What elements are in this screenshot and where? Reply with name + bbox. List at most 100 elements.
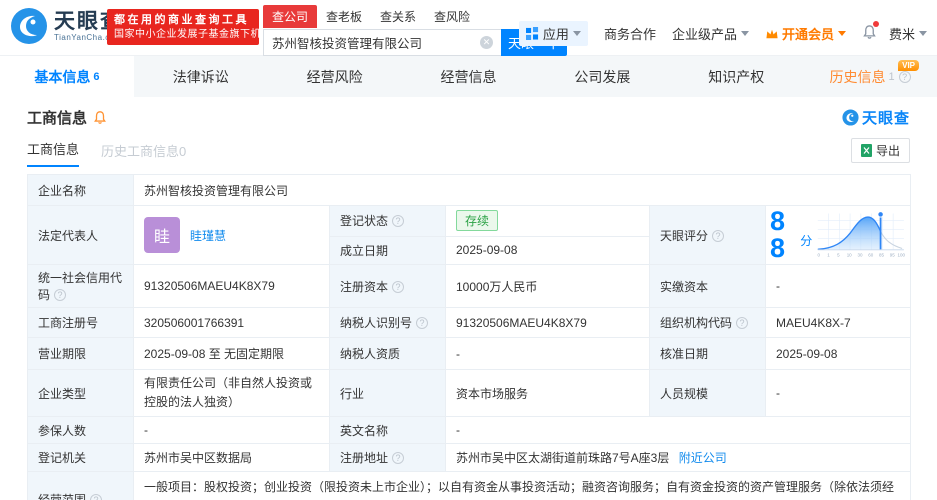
- chevron-down-icon: [837, 31, 846, 36]
- search-input[interactable]: [263, 29, 501, 56]
- clear-search-icon[interactable]: ✕: [480, 36, 493, 49]
- taxpayer-quali-value: -: [445, 337, 650, 370]
- svg-text:30: 30: [858, 253, 863, 258]
- table-row: 统一社会信用代码? 91320506MAEU4K8X79 注册资本? 10000…: [27, 264, 912, 308]
- slogan-line2: 国家中小企业发展子基金旗下机构: [114, 29, 272, 40]
- notifications-bell[interactable]: [862, 21, 879, 43]
- svg-text:85: 85: [879, 253, 884, 258]
- apps-menu-label: 应用: [542, 27, 569, 42]
- svg-text:95: 95: [890, 253, 895, 258]
- paid-capital-label: 实缴资本: [649, 264, 766, 308]
- staff-size-label: 人员规模: [649, 368, 766, 418]
- score-label: 天眼评分?: [649, 205, 766, 265]
- tab-operation-risk[interactable]: 经营风险: [268, 56, 402, 97]
- english-name-label: 英文名称: [329, 416, 446, 445]
- brand-slogan: 都在用的商业查询工具 国家中小企业发展子基金旗下机构: [107, 9, 272, 45]
- legal-rep-link[interactable]: 眭瑾慧: [190, 227, 226, 244]
- help-icon[interactable]: ?: [736, 317, 749, 329]
- svg-text:5: 5: [837, 253, 840, 258]
- table-row: 营业期限 2025-09-08 至 无固定期限 纳税人资质 - 核准日期 202…: [27, 337, 912, 370]
- svg-text:1: 1: [828, 253, 831, 258]
- help-icon[interactable]: ?: [392, 452, 405, 465]
- subtab-history-business-info[interactable]: 历史工商信息0: [101, 141, 186, 167]
- svg-text:10: 10: [847, 253, 852, 258]
- apps-grid-icon: [525, 27, 538, 40]
- org-code-value: MAEU4K8X-7: [764, 307, 912, 338]
- business-scope-label: 经营范围?: [27, 471, 134, 500]
- svg-text:60: 60: [869, 253, 874, 258]
- slogan-line1: 都在用的商业查询工具: [114, 14, 249, 26]
- legal-rep-avatar[interactable]: 眭: [144, 217, 180, 253]
- help-icon[interactable]: ?: [392, 280, 405, 293]
- table-row: 参保人数 - 英文名称 -: [27, 416, 912, 445]
- est-date-value: 2025-09-08: [445, 235, 650, 266]
- company-name-value: 苏州智核投资管理有限公司: [132, 174, 912, 206]
- tab-legal-litigation[interactable]: 法律诉讼: [134, 56, 268, 97]
- help-icon[interactable]: ?: [90, 493, 103, 500]
- top-nav: 应用 商务合作 企业级产品 开通会员 费米: [503, 21, 927, 46]
- table-row: 法定代表人 眭 眭瑾慧 登记状态? 存续 天眼评分? 88 分 0 1 5 10…: [27, 205, 912, 265]
- tab-count: 6: [93, 70, 100, 83]
- legal-rep-cell: 眭 眭瑾慧: [133, 205, 330, 265]
- reg-authority-value: 苏州市吴中区数据局: [133, 443, 330, 473]
- apps-menu[interactable]: 应用: [518, 21, 588, 46]
- help-icon[interactable]: ?: [392, 215, 405, 228]
- help-icon[interactable]: ?: [898, 70, 911, 83]
- subtab-current-business-info[interactable]: 工商信息: [27, 139, 80, 167]
- user-menu[interactable]: 费米: [889, 24, 927, 43]
- business-cooperation-link[interactable]: 商务合作: [604, 24, 656, 43]
- industry-value: 资本市场服务: [445, 368, 650, 418]
- tab-history-info[interactable]: VIP 历史信息 1 ?: [803, 56, 937, 97]
- export-button[interactable]: 导出: [850, 138, 910, 163]
- table-row: 工商注册号 320506001766391 纳税人识别号? 91320506MA…: [27, 307, 912, 338]
- crown-icon: [766, 29, 778, 38]
- tianyancha-logo-icon: [11, 8, 47, 44]
- search-tab-relation[interactable]: 查关系: [371, 5, 425, 28]
- help-icon[interactable]: ?: [712, 229, 725, 242]
- legal-rep-label: 法定代表人: [27, 205, 134, 265]
- search-tab-company[interactable]: 查公司: [263, 5, 318, 28]
- chevron-down-icon: [740, 31, 749, 36]
- svg-text:0: 0: [818, 253, 821, 258]
- tab-intellectual-property[interactable]: 知识产权: [669, 56, 803, 97]
- watermark-logo: 天眼查: [842, 107, 910, 128]
- search-tab-risk[interactable]: 查风险: [425, 5, 479, 28]
- tab-company-development[interactable]: 公司发展: [535, 56, 669, 97]
- tianyancha-company-page: 天眼查 TianYanCha.com 都在用的商业查询工具 国家中小企业发展子基…: [0, 0, 937, 500]
- enterprise-products-menu[interactable]: 企业级产品: [672, 24, 749, 43]
- org-code-label: 组织机构代码?: [649, 307, 766, 338]
- insured-value: -: [133, 416, 330, 445]
- business-info-section: 工商信息 天眼查 工商信息 历史工商信息0 导出 企业名称 苏州智核投资管理有限…: [0, 97, 937, 500]
- tab-operation-info[interactable]: 经营信息: [402, 56, 536, 97]
- table-row: 企业名称 苏州智核投资管理有限公司: [27, 174, 912, 206]
- taxpayer-id-label: 纳税人识别号?: [329, 307, 446, 338]
- nearby-companies-link[interactable]: 附近公司: [679, 451, 727, 465]
- taxpayer-id-value: 91320506MAEU4K8X79: [445, 307, 650, 338]
- reg-number-value: 320506001766391: [133, 307, 330, 338]
- chevron-down-icon: [919, 31, 927, 36]
- staff-size-value: -: [764, 368, 912, 418]
- uscc-value: 91320506MAEU4K8X79: [133, 264, 330, 308]
- open-vip-menu[interactable]: 开通会员: [765, 24, 846, 43]
- tianyancha-watermark-icon: [842, 109, 859, 126]
- score-distribution-chart: 0 1 5 10 30 60 85 95 100: [818, 211, 906, 258]
- reg-number-label: 工商注册号: [27, 307, 134, 338]
- help-icon[interactable]: ?: [54, 289, 67, 301]
- reg-status-label: 登记状态?: [329, 205, 446, 237]
- score-cell[interactable]: 88 分 0 1 5 10 30 60 85 95 100: [764, 205, 912, 265]
- vip-badge: VIP: [898, 60, 920, 71]
- taxpayer-quali-label: 纳税人资质: [329, 337, 446, 370]
- help-icon[interactable]: ?: [416, 317, 429, 329]
- est-date-label: 成立日期: [329, 235, 446, 266]
- excel-file-icon: [860, 144, 872, 157]
- subscribe-bell-icon[interactable]: [93, 110, 107, 125]
- search-tab-boss[interactable]: 查老板: [317, 5, 371, 28]
- business-term-value: 2025-09-08 至 无固定期限: [133, 337, 330, 370]
- svg-text:100: 100: [898, 253, 906, 258]
- notification-dot: [872, 21, 879, 27]
- tab-basic-info[interactable]: 基本信息 6: [0, 56, 134, 97]
- reg-authority-label: 登记机关: [27, 443, 134, 473]
- username: 费米: [888, 27, 915, 42]
- insured-label: 参保人数: [27, 416, 134, 445]
- site-header: 天眼查 TianYanCha.com 都在用的商业查询工具 国家中小企业发展子基…: [0, 0, 937, 56]
